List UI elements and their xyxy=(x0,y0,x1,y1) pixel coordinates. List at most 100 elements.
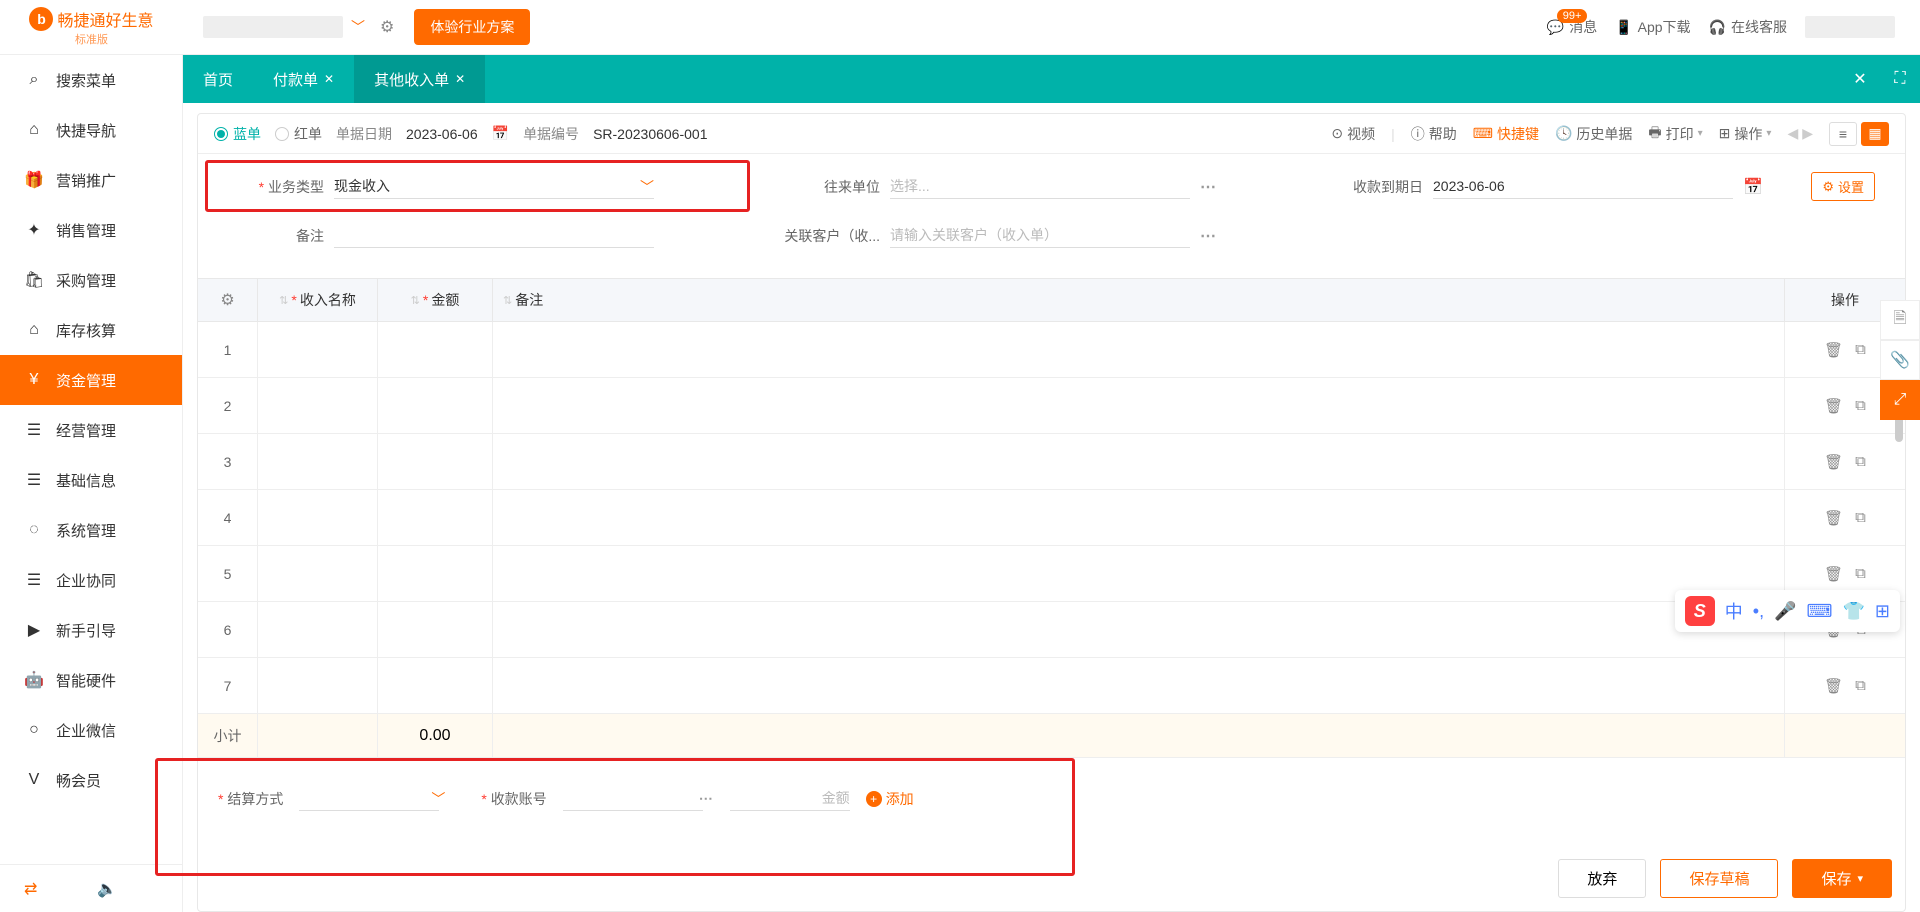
float-clip-icon[interactable]: 📎 xyxy=(1880,340,1920,380)
settle-amount-input[interactable] xyxy=(730,786,850,811)
prev-icon[interactable]: ◀ xyxy=(1787,125,1798,142)
sidebar-item-12[interactable]: 🤖智能硬件 xyxy=(0,655,182,705)
sidebar-item-13[interactable]: ○企业微信 xyxy=(0,705,182,755)
cell-income-name[interactable] xyxy=(258,658,378,713)
cell-note[interactable] xyxy=(493,378,1785,433)
account-lookup-icon[interactable]: ⋯ xyxy=(699,790,714,807)
table-row[interactable]: 4🗑⧉ xyxy=(198,490,1905,546)
cell-amount[interactable] xyxy=(378,602,493,657)
operate-button[interactable]: ⊞操作▾ xyxy=(1719,124,1772,144)
cell-income-name[interactable] xyxy=(258,546,378,601)
col-amount[interactable]: ⇅*金额 xyxy=(378,279,493,321)
unit-input[interactable] xyxy=(890,174,1190,199)
cell-amount[interactable] xyxy=(378,434,493,489)
table-row[interactable]: 1🗑⧉ xyxy=(198,322,1905,378)
table-row[interactable]: 7🗑⧉ xyxy=(198,658,1905,714)
sidebar-item-10[interactable]: ☰企业协同 xyxy=(0,555,182,605)
remark-input[interactable] xyxy=(334,223,654,248)
tab-close-all-icon[interactable]: ✕ xyxy=(1840,55,1880,103)
sidebar-item-14[interactable]: V畅会员 xyxy=(0,755,182,805)
settings-button[interactable]: ⚙设置 xyxy=(1811,172,1875,201)
table-row[interactable]: 5🗑⧉ xyxy=(198,546,1905,602)
sidebar-switch-icon[interactable]: ⇄ xyxy=(24,879,37,899)
company-selector[interactable]: ﹀ xyxy=(203,16,365,38)
float-doc-icon[interactable]: 🗎 xyxy=(1880,300,1920,340)
radio-red[interactable]: 红单 xyxy=(275,124,322,144)
chevron-down-icon[interactable]: ﹀ xyxy=(431,789,445,809)
cell-amount[interactable] xyxy=(378,658,493,713)
view-card-icon[interactable]: ▦ xyxy=(1861,122,1889,146)
calendar-icon[interactable]: 📅 xyxy=(1743,177,1763,197)
sidebar-item-11[interactable]: ▶新手引导 xyxy=(0,605,182,655)
table-settings-icon[interactable]: ⚙ xyxy=(198,279,258,321)
ime-punct-icon[interactable]: •, xyxy=(1753,601,1764,622)
online-service-button[interactable]: 🎧 在线客服 xyxy=(1709,17,1787,37)
cell-note[interactable] xyxy=(493,602,1785,657)
tab-close-icon[interactable]: ✕ xyxy=(324,72,334,86)
col-note[interactable]: ⇅备注 xyxy=(493,279,1785,321)
save-draft-button[interactable]: 保存草稿 xyxy=(1660,859,1778,898)
messages-button[interactable]: 💬 消息 99+ xyxy=(1547,17,1597,37)
user-avatar-placeholder[interactable] xyxy=(1805,16,1895,38)
cell-income-name[interactable] xyxy=(258,322,378,377)
sidebar-item-8[interactable]: ☰基础信息 xyxy=(0,455,182,505)
sidebar-item-0[interactable]: ⌕搜索菜单 xyxy=(0,55,182,105)
chevron-down-icon[interactable]: ﹀ xyxy=(640,177,654,197)
ime-keyboard-icon[interactable]: ⌨ xyxy=(1807,601,1833,622)
delete-row-icon[interactable]: 🗑 xyxy=(1824,565,1843,583)
doc-date-value[interactable]: 2023-06-06 xyxy=(406,126,478,142)
tab-1[interactable]: 付款单✕ xyxy=(253,55,354,103)
cell-note[interactable] xyxy=(493,490,1785,545)
cell-note[interactable] xyxy=(493,434,1785,489)
tab-fullscreen-icon[interactable]: ⛶ xyxy=(1880,55,1920,103)
app-download-button[interactable]: 📱 App下载 xyxy=(1615,17,1690,37)
table-row[interactable]: 3🗑⧉ xyxy=(198,434,1905,490)
experience-industry-button[interactable]: 体验行业方案 xyxy=(414,9,530,45)
cell-amount[interactable] xyxy=(378,322,493,377)
radio-blue[interactable]: 蓝单 xyxy=(214,124,261,144)
cell-amount[interactable] xyxy=(378,546,493,601)
tab-close-icon[interactable]: ✕ xyxy=(455,72,465,86)
col-income-name[interactable]: ⇅*收入名称 xyxy=(258,279,378,321)
cell-note[interactable] xyxy=(493,658,1785,713)
delete-row-icon[interactable]: 🗑 xyxy=(1824,677,1843,695)
sidebar-item-2[interactable]: 🎁营销推广 xyxy=(0,155,182,205)
ime-mic-icon[interactable]: 🎤 xyxy=(1774,601,1796,622)
sidebar-item-7[interactable]: ☰经营管理 xyxy=(0,405,182,455)
cell-income-name[interactable] xyxy=(258,602,378,657)
ime-lang-button[interactable]: 中 xyxy=(1725,598,1743,624)
copy-row-icon[interactable]: ⧉ xyxy=(1855,453,1866,470)
cell-income-name[interactable] xyxy=(258,378,378,433)
sidebar-item-3[interactable]: ✦销售管理 xyxy=(0,205,182,255)
save-button[interactable]: 保存▾ xyxy=(1792,859,1892,898)
history-button[interactable]: 🕓历史单据 xyxy=(1555,124,1632,144)
customer-input[interactable] xyxy=(890,223,1190,248)
cell-income-name[interactable] xyxy=(258,434,378,489)
cell-note[interactable] xyxy=(493,322,1785,377)
copy-row-icon[interactable]: ⧉ xyxy=(1855,509,1866,526)
delete-row-icon[interactable]: 🗑 xyxy=(1824,341,1843,359)
copy-row-icon[interactable]: ⧉ xyxy=(1855,341,1866,358)
sidebar-item-6[interactable]: ¥资金管理 xyxy=(0,355,182,405)
video-button[interactable]: ⊙视频 xyxy=(1331,124,1375,144)
copy-row-icon[interactable]: ⧉ xyxy=(1855,397,1866,414)
next-icon[interactable]: ▶ xyxy=(1802,125,1813,142)
cell-income-name[interactable] xyxy=(258,490,378,545)
settle-account-input[interactable] xyxy=(563,786,703,811)
tab-0[interactable]: 首页 xyxy=(183,55,253,103)
help-button[interactable]: ⓘ帮助 xyxy=(1411,124,1457,144)
due-date-input[interactable] xyxy=(1433,174,1733,199)
sidebar-item-5[interactable]: ⌂库存核算 xyxy=(0,305,182,355)
table-row[interactable]: 6🗑⧉ xyxy=(198,602,1905,658)
float-expand-icon[interactable]: ⤢ xyxy=(1880,380,1920,420)
print-button[interactable]: 🖶打印▾ xyxy=(1648,122,1702,146)
gear-icon[interactable]: ⚙ xyxy=(380,17,394,37)
sidebar-item-9[interactable]: ◌系统管理 xyxy=(0,505,182,555)
view-list-icon[interactable]: ≡ xyxy=(1829,122,1857,146)
cell-amount[interactable] xyxy=(378,490,493,545)
discard-button[interactable]: 放弃 xyxy=(1558,859,1646,898)
settle-method-select[interactable] xyxy=(299,786,439,811)
sidebar-item-4[interactable]: 🛍采购管理 xyxy=(0,255,182,305)
add-settlement-button[interactable]: + 添加 xyxy=(866,789,914,809)
copy-row-icon[interactable]: ⧉ xyxy=(1855,677,1866,694)
